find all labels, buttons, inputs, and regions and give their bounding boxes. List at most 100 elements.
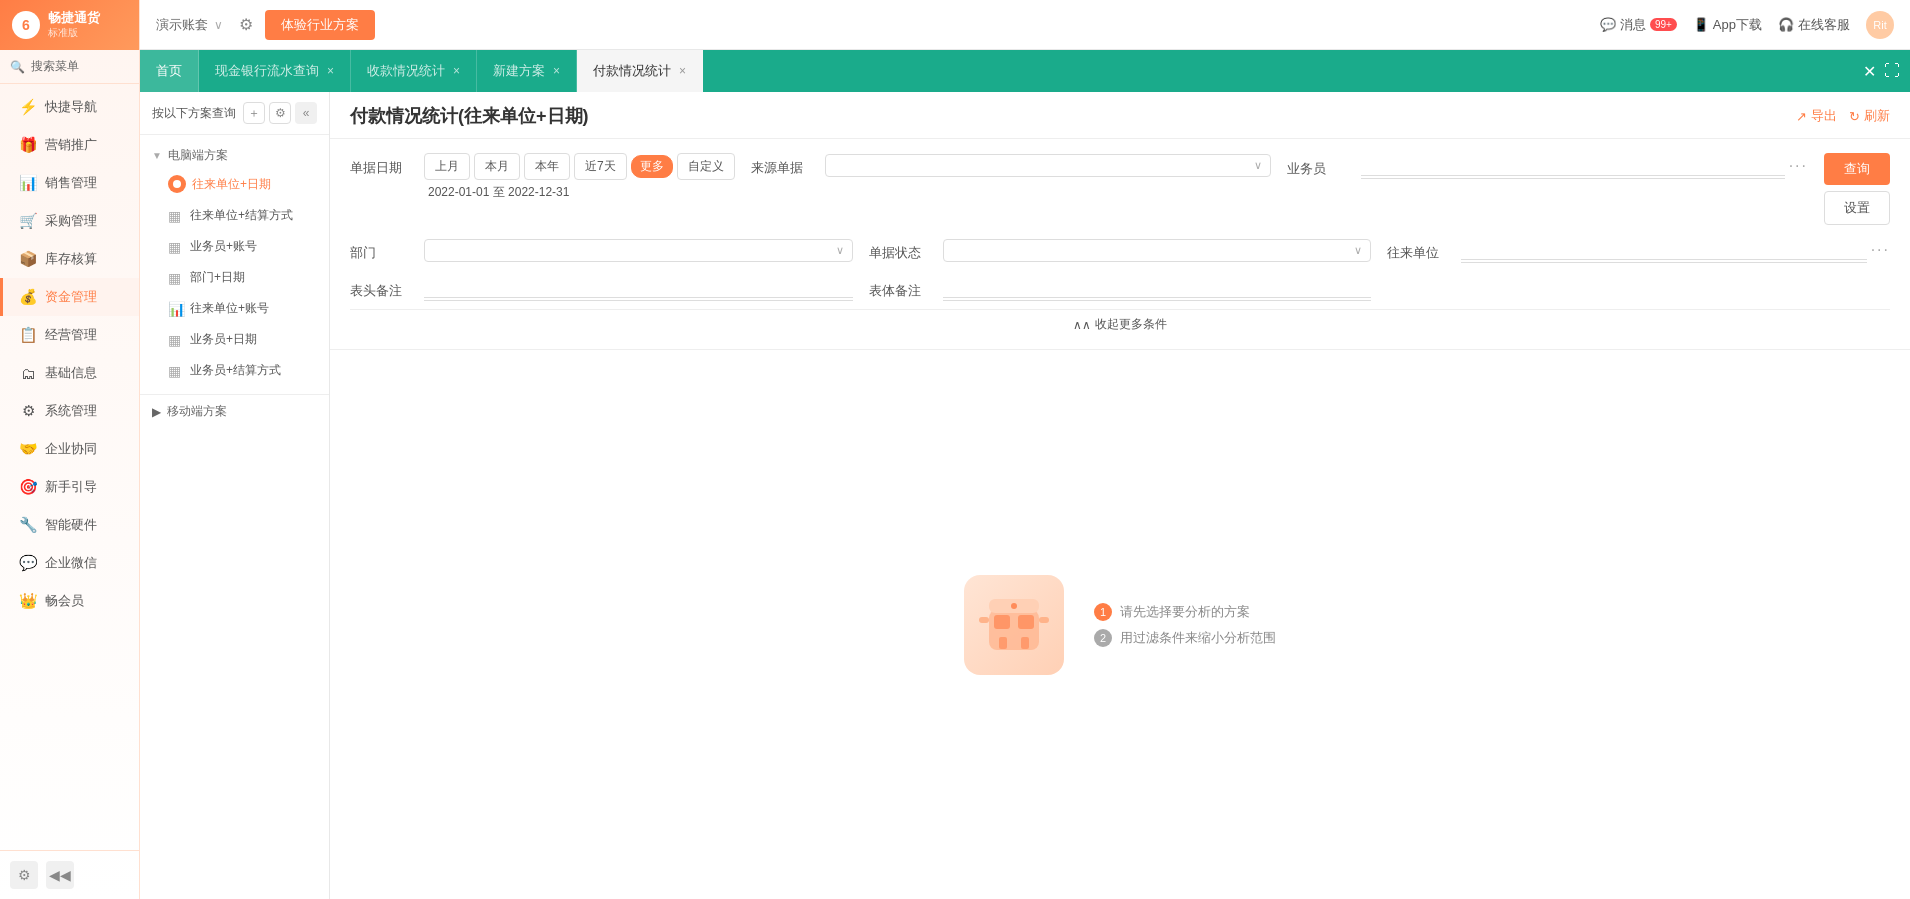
tab-cash-flow[interactable]: 现金银行流水查询 × [199, 50, 351, 92]
body-note-input[interactable] [943, 275, 1372, 298]
source-select[interactable]: ∨ [825, 154, 1272, 177]
sidebar-item-label: 企业微信 [45, 554, 97, 572]
member-icon: 👑 [19, 592, 37, 610]
sidebar-item-marketing[interactable]: 🎁 营销推广 [0, 126, 139, 164]
sidebar-item-label: 库存核算 [45, 250, 97, 268]
scheme-group-mobile-toggle[interactable]: ▶ 移动端方案 [152, 403, 317, 420]
salesperson-input[interactable] [1361, 153, 1784, 176]
tab-new-scheme[interactable]: 新建方案 × [477, 50, 577, 92]
sidebar-item-basic-info[interactable]: 🗂 基础信息 [0, 354, 139, 392]
inventory-icon: 📦 [19, 250, 37, 268]
trial-button[interactable]: 体验行业方案 [265, 10, 375, 40]
scheme-collapse-button[interactable]: « [295, 102, 317, 124]
tab-home[interactable]: 首页 [140, 50, 199, 92]
empty-illustration [964, 575, 1064, 675]
scheme-item-partner-date[interactable]: 往来单位+日期 [140, 168, 329, 200]
sidebar-item-label: 营销推广 [45, 136, 97, 154]
date-btn-more[interactable]: 更多 [631, 155, 673, 178]
dept-select[interactable]: ∨ [424, 239, 853, 262]
sidebar-item-wechat[interactable]: 💬 企业微信 [0, 544, 139, 582]
collapse-more-button[interactable]: ∧∧ 收起更多条件 [350, 309, 1890, 339]
user-name: Rit [1873, 19, 1886, 31]
company-selector[interactable]: 演示账套 ∨ [156, 16, 223, 34]
app-download-button[interactable]: 📱 App下载 [1693, 16, 1762, 34]
export-button[interactable]: ↗ 导出 [1796, 107, 1837, 125]
sidebar-item-finance[interactable]: 💰 资金管理 [0, 278, 139, 316]
message-badge: 99+ [1650, 18, 1677, 31]
sidebar-gear-button[interactable]: ⚙ [10, 861, 38, 889]
sidebar-item-quick-nav[interactable]: ⚡ 快捷导航 [0, 88, 139, 126]
tab-cash-flow-close-icon[interactable]: × [327, 64, 334, 78]
scheme-item-salesperson-date[interactable]: ▦ 业务员+日期 [140, 324, 329, 355]
sidebar-item-member[interactable]: 👑 畅会员 [0, 582, 139, 620]
partner-input[interactable] [1461, 237, 1866, 260]
scheme-item-salesperson-settle[interactable]: ▦ 业务员+结算方式 [140, 355, 329, 386]
online-service-button[interactable]: 🎧 在线客服 [1778, 16, 1850, 34]
sidebar-item-operation[interactable]: 📋 经营管理 [0, 316, 139, 354]
date-btn-last-7days[interactable]: 近7天 [574, 153, 627, 180]
scheme-add-button[interactable]: ＋ [243, 102, 265, 124]
app-logo-text-container: 畅捷通货 标准版 [48, 10, 100, 40]
scheme-group-desktop-toggle[interactable]: ▼ 电脑端方案 [140, 143, 329, 168]
refresh-button[interactable]: ↻ 刷新 [1849, 107, 1890, 125]
company-chevron-icon: ∨ [214, 18, 223, 32]
scheme-item-partner-settle[interactable]: ▦ 往来单位+结算方式 [140, 200, 329, 231]
tip-text-1: 请先选择要分析的方案 [1120, 603, 1250, 621]
query-button[interactable]: 查询 [1824, 153, 1890, 185]
tab-new-scheme-close-icon[interactable]: × [553, 64, 560, 78]
salesperson-dots-button[interactable]: ··· [1789, 157, 1808, 175]
sidebar-item-purchase[interactable]: 🛒 采购管理 [0, 202, 139, 240]
sidebar-collapse-button[interactable]: ◀◀ [46, 861, 74, 889]
dept-label: 部门 [350, 238, 420, 262]
tab-receipt-stats[interactable]: 收款情况统计 × [351, 50, 477, 92]
scheme-item-partner-account[interactable]: 📊 往来单位+账号 [140, 293, 329, 324]
tab-close-all-icon[interactable]: ✕ [1863, 62, 1876, 81]
scheme-mobile-arrow-icon: ▶ [152, 405, 161, 419]
tab-receipt-stats-label: 收款情况统计 [367, 62, 445, 80]
sidebar-item-collab[interactable]: 🤝 企业协同 [0, 430, 139, 468]
scheme-settings-button[interactable]: ⚙ [269, 102, 291, 124]
sidebar-item-label: 智能硬件 [45, 516, 97, 534]
date-btn-custom[interactable]: 自定义 [677, 153, 735, 180]
sidebar-item-sales[interactable]: 📊 销售管理 [0, 164, 139, 202]
user-avatar[interactable]: Rit [1866, 11, 1894, 39]
filter-settings-button[interactable]: 设置 [1824, 191, 1890, 225]
sidebar-item-guide[interactable]: 🎯 新手引导 [0, 468, 139, 506]
tab-new-scheme-label: 新建方案 [493, 62, 545, 80]
tab-fullscreen-icon[interactable]: ⛶ [1884, 62, 1900, 80]
app-name: 畅捷通货 [48, 10, 100, 26]
date-label: 单据日期 [350, 153, 420, 177]
date-btn-this-month[interactable]: 本月 [474, 153, 520, 180]
tab-receipt-stats-close-icon[interactable]: × [453, 64, 460, 78]
sidebar: 6 畅捷通货 标准版 🔍 搜索菜单 ⚡ 快捷导航 🎁 营销推广 📊 销售管理 🛒… [0, 0, 140, 899]
tab-payment-stats[interactable]: 付款情况统计 × [577, 50, 703, 92]
search-menu-item[interactable]: 🔍 搜索菜单 [0, 50, 139, 84]
svg-rect-3 [979, 617, 989, 623]
sidebar-item-label: 采购管理 [45, 212, 97, 230]
date-range-display: 2022-01-01 至 2022-12-31 [428, 184, 735, 201]
header-settings-icon[interactable]: ⚙ [239, 15, 253, 34]
scheme-item-label: 业务员+结算方式 [190, 362, 281, 379]
sales-icon: 📊 [19, 174, 37, 192]
search-menu-label: 搜索菜单 [31, 58, 79, 75]
date-btn-this-year[interactable]: 本年 [524, 153, 570, 180]
sidebar-item-label: 企业协同 [45, 440, 97, 458]
header-note-input[interactable] [424, 275, 853, 298]
purchase-icon: 🛒 [19, 212, 37, 230]
partner-dots-button[interactable]: ··· [1871, 241, 1890, 259]
sidebar-item-hardware[interactable]: 🔧 智能硬件 [0, 506, 139, 544]
tab-payment-stats-close-icon[interactable]: × [679, 64, 686, 78]
scheme-item-dept-date[interactable]: ▦ 部门+日期 [140, 262, 329, 293]
tip-text-2: 用过滤条件来缩小分析范围 [1120, 629, 1276, 647]
sidebar-item-system[interactable]: ⚙ 系统管理 [0, 392, 139, 430]
scheme-item-icon: ▦ [168, 239, 184, 255]
system-icon: ⚙ [19, 402, 37, 420]
doc-status-select[interactable]: ∨ [943, 239, 1372, 262]
empty-state: 1 请先选择要分析的方案 2 用过滤条件来缩小分析范围 [330, 350, 1910, 899]
date-btn-last-month[interactable]: 上月 [424, 153, 470, 180]
sidebar-item-inventory[interactable]: 📦 库存核算 [0, 240, 139, 278]
message-button[interactable]: 💬 消息 99+ [1600, 16, 1677, 34]
scheme-item-salesperson-account[interactable]: ▦ 业务员+账号 [140, 231, 329, 262]
tab-payment-stats-label: 付款情况统计 [593, 62, 671, 80]
scheme-group-mobile: ▶ 移动端方案 [140, 394, 329, 428]
